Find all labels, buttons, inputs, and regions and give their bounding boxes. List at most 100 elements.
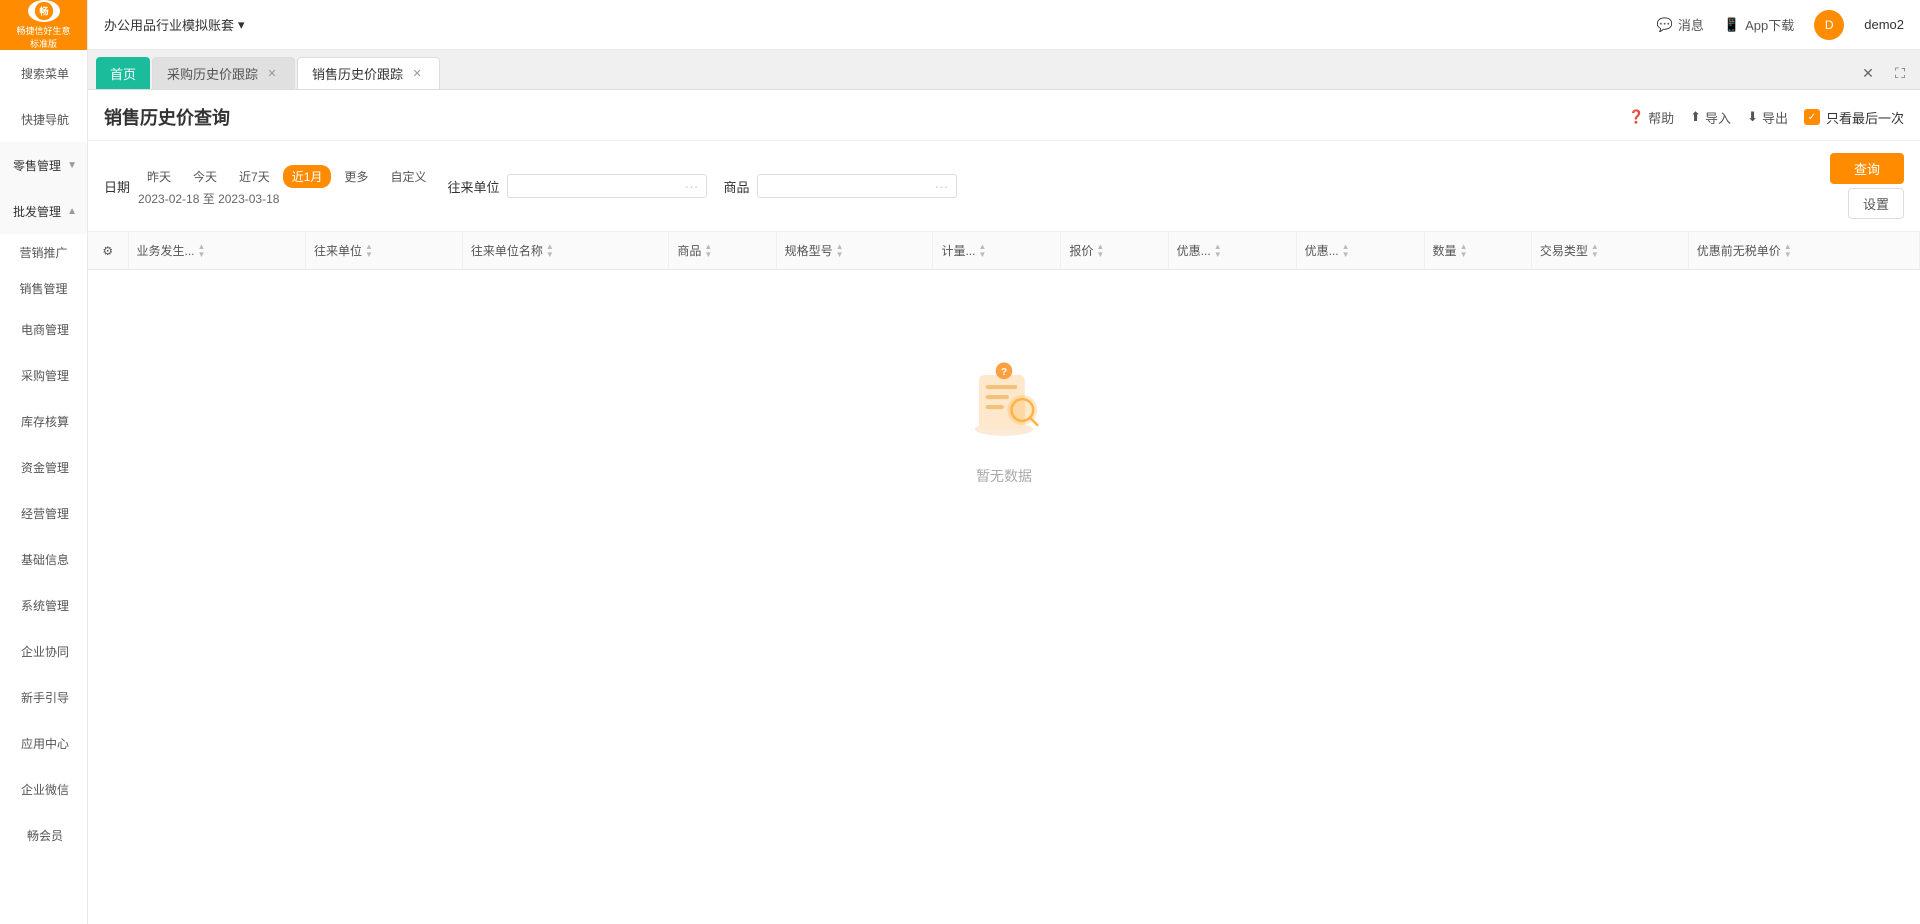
tabbar-actions: ✕ ⛶ bbox=[1856, 61, 1912, 89]
sidebar-item-operation[interactable]: 经营管理 bbox=[0, 490, 87, 536]
sidebar-item-newbie[interactable]: 新手引导 bbox=[0, 674, 87, 720]
only-last-label: 只看最后一次 bbox=[1826, 108, 1904, 127]
close-tab-sales-icon[interactable]: ✕ bbox=[409, 66, 425, 82]
sort-arrows-icon: ▲▼ bbox=[1342, 243, 1350, 259]
sidebar-item-shortcut[interactable]: 快捷导航 bbox=[0, 96, 87, 142]
date-btn-1month[interactable]: 近1月 bbox=[283, 165, 332, 188]
fullscreen-button[interactable]: ⛶ bbox=[1888, 61, 1912, 85]
date-shortcuts: 昨天 今天 近7天 近1月 更多 自定义 bbox=[138, 165, 435, 188]
col-quoted-price[interactable]: 报价 ▲▼ bbox=[1061, 232, 1168, 270]
sidebar-item-marketing[interactable]: 营销推广 bbox=[0, 234, 87, 270]
logo-icon: 畅 bbox=[28, 0, 60, 22]
customer-input[interactable] bbox=[516, 179, 680, 193]
col-customer-code[interactable]: 往来单位 ▲▼ bbox=[306, 232, 463, 270]
tab-home-label: 首页 bbox=[110, 64, 136, 83]
col-unit[interactable]: 计量... ▲▼ bbox=[933, 232, 1061, 270]
customer-picker-icon[interactable]: ··· bbox=[684, 178, 698, 194]
only-last-checkbox[interactable]: ✓ 只看最后一次 bbox=[1804, 108, 1904, 127]
col-transaction-type[interactable]: 交易类型 ▲▼ bbox=[1531, 232, 1688, 270]
app-version: 标准版 bbox=[30, 37, 57, 50]
help-icon: ❓ bbox=[1628, 109, 1644, 125]
sidebar-item-apps[interactable]: 应用中心 bbox=[0, 720, 87, 766]
user-avatar[interactable]: D bbox=[1814, 10, 1844, 40]
date-filter-group: 日期 昨天 今天 近7天 近1月 更多 自定义 2023-02-18 至 202… bbox=[104, 165, 435, 207]
sidebar-item-retail[interactable]: 零售管理 ▼ bbox=[0, 142, 87, 188]
help-button[interactable]: ❓ 帮助 bbox=[1628, 108, 1674, 127]
sort-arrows-icon: ▲▼ bbox=[978, 243, 986, 259]
col-discount2[interactable]: 优惠... ▲▼ bbox=[1296, 232, 1424, 270]
tab-home[interactable]: 首页 bbox=[96, 57, 150, 89]
user-avatar-initials: D bbox=[1825, 18, 1834, 32]
sidebar-item-search[interactable]: 搜索菜单 bbox=[0, 50, 87, 96]
import-button[interactable]: ⬆ 导入 bbox=[1690, 108, 1731, 127]
settings-button[interactable]: 设置 bbox=[1848, 188, 1904, 219]
sidebar-item-wholesale[interactable]: 批发管理 ▲ bbox=[0, 188, 87, 234]
sidebar-item-inventory[interactable]: 库存核算 bbox=[0, 398, 87, 444]
date-btn-yesterday[interactable]: 昨天 bbox=[138, 165, 180, 188]
date-label: 日期 bbox=[104, 177, 130, 196]
export-button[interactable]: ⬇ 导出 bbox=[1747, 108, 1788, 127]
sidebar-item-purchase[interactable]: 采购管理 bbox=[0, 352, 87, 398]
product-input[interactable] bbox=[766, 179, 930, 193]
sidebar-item-label: 资金管理 bbox=[21, 459, 69, 476]
app-label: 畅捷信好生意 bbox=[16, 24, 70, 37]
sidebar-item-weixin[interactable]: 企业微信 bbox=[0, 766, 87, 812]
sidebar-item-enterprise[interactable]: 企业协同 bbox=[0, 628, 87, 674]
dropdown-icon: ▾ bbox=[238, 17, 245, 33]
export-icon: ⬇ bbox=[1747, 109, 1758, 125]
sidebar-item-label: 畅会员 bbox=[27, 827, 63, 844]
empty-icon: ? bbox=[954, 350, 1054, 450]
sort-arrows-icon: ▲▼ bbox=[1784, 243, 1792, 259]
product-input-wrapper: ··· bbox=[757, 174, 957, 198]
customer-input-wrapper: ··· bbox=[507, 174, 707, 198]
message-icon: 💬 bbox=[1657, 17, 1673, 33]
sidebar-item-ecommerce[interactable]: 电商管理 bbox=[0, 306, 87, 352]
message-button[interactable]: 💬 消息 bbox=[1657, 15, 1704, 34]
date-btn-7days[interactable]: 近7天 bbox=[230, 165, 279, 188]
sidebar-item-finance[interactable]: 资金管理 bbox=[0, 444, 87, 490]
app-download-label: App下载 bbox=[1745, 15, 1794, 34]
page-header: 销售历史价查询 ❓ 帮助 ⬆ 导入 ⬇ 导出 ✓ 只看最后一次 bbox=[88, 90, 1920, 141]
col-business-date[interactable]: 业务发生... ▲▼ bbox=[128, 232, 306, 270]
date-btn-more[interactable]: 更多 bbox=[335, 165, 377, 188]
sort-arrows-icon: ▲▼ bbox=[836, 243, 844, 259]
filter-bar: 日期 昨天 今天 近7天 近1月 更多 自定义 2023-02-18 至 202… bbox=[88, 141, 1920, 232]
sidebar-item-label: 快捷导航 bbox=[21, 111, 69, 128]
sidebar-item-sales[interactable]: 销售管理 bbox=[0, 270, 87, 306]
topbar: 办公用品行业模拟账套 ▾ 💬 消息 📱 App下载 D demo2 bbox=[88, 0, 1920, 50]
col-settings[interactable]: ⚙ bbox=[88, 232, 128, 270]
sidebar-item-member[interactable]: 畅会员 bbox=[0, 812, 87, 858]
tab-purchase-history[interactable]: 采购历史价跟踪 ✕ bbox=[152, 57, 295, 89]
tab-sales-history[interactable]: 销售历史价跟踪 ✕ bbox=[297, 57, 440, 89]
product-picker-icon[interactable]: ··· bbox=[934, 178, 948, 194]
svg-text:畅: 畅 bbox=[39, 6, 48, 17]
date-btn-custom[interactable]: 自定义 bbox=[381, 165, 435, 188]
sidebar-item-label: 营销推广 bbox=[19, 244, 67, 261]
app-download-button[interactable]: 📱 App下载 bbox=[1724, 15, 1794, 34]
col-customer-name[interactable]: 往来单位名称 ▲▼ bbox=[462, 232, 668, 270]
account-selector[interactable]: 办公用品行业模拟账套 ▾ bbox=[104, 15, 245, 34]
date-btn-today[interactable]: 今天 bbox=[184, 165, 226, 188]
col-discount1[interactable]: 优惠... ▲▼ bbox=[1168, 232, 1296, 270]
sidebar-item-label: 企业微信 bbox=[21, 781, 69, 798]
close-all-tabs-button[interactable]: ✕ bbox=[1856, 61, 1880, 85]
col-spec[interactable]: 规格型号 ▲▼ bbox=[776, 232, 933, 270]
app-logo[interactable]: 畅 畅捷信好生意 标准版 bbox=[0, 0, 87, 50]
chevron-up-icon: ▲ bbox=[67, 206, 77, 217]
sort-arrows-icon: ▲▼ bbox=[1591, 243, 1599, 259]
query-button[interactable]: 查询 bbox=[1830, 153, 1904, 184]
filter-middle: 往来单位 ··· 商品 ··· bbox=[447, 174, 1818, 198]
col-quantity[interactable]: 数量 ▲▼ bbox=[1424, 232, 1531, 270]
sidebar-item-label: 库存核算 bbox=[21, 413, 69, 430]
sort-arrows-icon: ▲▼ bbox=[546, 243, 554, 259]
sidebar-item-label: 零售管理 bbox=[13, 157, 61, 174]
user-name[interactable]: demo2 bbox=[1864, 17, 1904, 32]
col-product[interactable]: 商品 ▲▼ bbox=[669, 232, 776, 270]
close-tab-purchase-icon[interactable]: ✕ bbox=[264, 66, 280, 82]
topbar-right: 💬 消息 📱 App下载 D demo2 bbox=[1657, 10, 1904, 40]
table-wrapper: ⚙ 业务发生... ▲▼ 往来单位 ▲▼ bbox=[88, 232, 1920, 566]
sidebar-item-basic[interactable]: 基础信息 bbox=[0, 536, 87, 582]
tabbar: 首页 采购历史价跟踪 ✕ 销售历史价跟踪 ✕ ✕ ⛶ bbox=[88, 50, 1920, 90]
col-pretax-price[interactable]: 优惠前无税单价 ▲▼ bbox=[1688, 232, 1919, 270]
sidebar-item-system[interactable]: 系统管理 bbox=[0, 582, 87, 628]
